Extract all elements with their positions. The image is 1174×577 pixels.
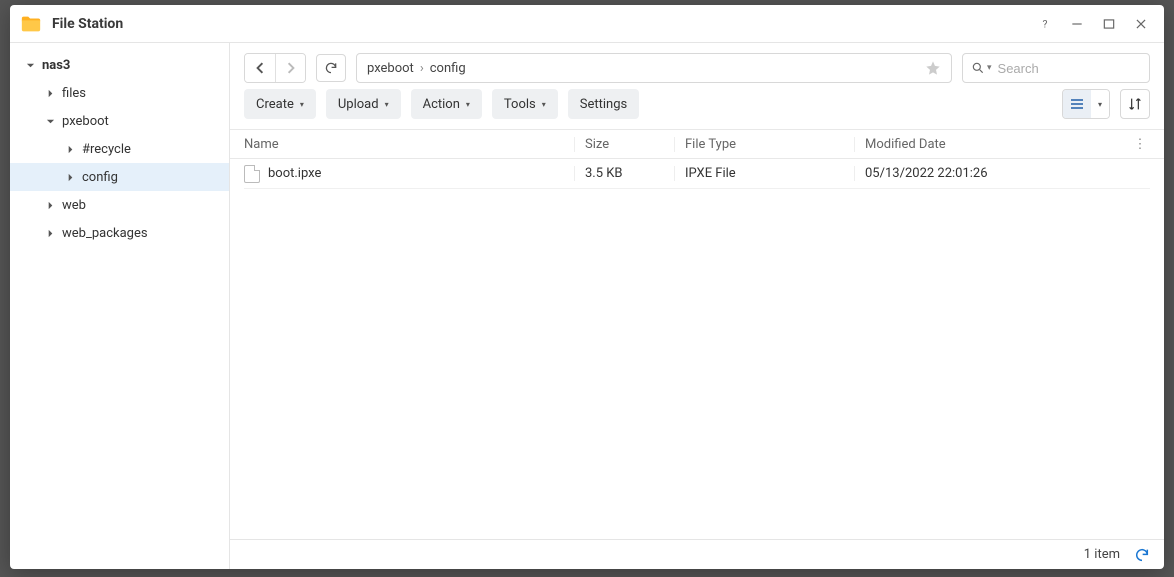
tree-node-root[interactable]: nas3 [10,51,229,79]
tree-label: web_packages [62,226,148,241]
chevron-right-icon [64,143,76,155]
list-view-button[interactable] [1063,90,1091,118]
search-icon [971,61,985,75]
tree-label: config [82,170,118,185]
column-header-size[interactable]: Size [574,137,674,152]
tree-label: #recycle [82,142,131,157]
tree-node-files[interactable]: files [10,79,229,107]
view-mode-group: ▾ [1062,89,1110,119]
sort-button[interactable] [1120,89,1150,119]
minimize-button[interactable] [1064,11,1090,37]
button-label: Settings [580,97,627,112]
tree-node-pxeboot[interactable]: pxeboot [10,107,229,135]
window-title: File Station [52,16,123,32]
column-menu-button[interactable]: ⋮ [1130,137,1150,152]
chevron-right-icon [44,199,56,211]
reload-button[interactable] [316,54,346,82]
caret-down-icon: ▾ [542,100,546,109]
navigation-toolbar: pxeboot › config ▾ [230,43,1164,89]
grid-header: Name Size File Type Modified Date ⋮ [230,129,1164,159]
caret-down-icon: ▾ [466,100,470,109]
upload-button[interactable]: Upload ▾ [326,89,401,119]
chevron-down-icon [44,115,56,127]
button-label: Create [256,97,294,112]
caret-down-icon: ▾ [300,100,304,109]
tree-label: web [62,198,86,213]
tree-node-recycle[interactable]: #recycle [10,135,229,163]
refresh-button[interactable] [1134,547,1150,563]
main-pane: pxeboot › config ▾ Create [230,43,1164,569]
chevron-right-icon [44,227,56,239]
file-name: boot.ipxe [268,166,321,181]
tree-label: pxeboot [62,114,109,129]
tree-node-config[interactable]: config [10,163,229,191]
column-header-modified[interactable]: Modified Date [854,137,1130,152]
tree-node-web-packages[interactable]: web_packages [10,219,229,247]
view-mode-dropdown[interactable]: ▾ [1091,90,1109,118]
file-station-window: File Station ? nas3 [10,5,1164,569]
folder-tree: nas3 files pxeboot #recycle [10,43,230,569]
file-size: 3.5 KB [574,166,674,181]
grid-body: boot.ipxe 3.5 KB IPXE File 05/13/2022 22… [230,159,1164,539]
file-modified: 05/13/2022 22:01:26 [854,166,1130,181]
search-box[interactable]: ▾ [962,53,1150,83]
tools-button[interactable]: Tools ▾ [492,89,558,119]
titlebar: File Station ? [10,5,1164,43]
file-type: IPXE File [674,166,854,181]
search-options-caret-icon[interactable]: ▾ [987,63,992,73]
svg-text:?: ? [1043,17,1048,30]
button-label: Tools [504,97,536,112]
breadcrumb-separator-icon: › [420,61,424,76]
forward-button[interactable] [275,54,305,82]
action-button[interactable]: Action ▾ [411,89,482,119]
favorite-toggle[interactable] [925,60,941,76]
status-bar: 1 item [230,539,1164,569]
breadcrumb-item[interactable]: config [430,61,466,76]
nav-history-group [244,53,306,83]
button-label: Action [423,97,460,112]
chevron-right-icon [64,171,76,183]
column-header-name[interactable]: Name [244,137,574,152]
breadcrumb-item[interactable]: pxeboot [367,61,414,76]
file-grid: Name Size File Type Modified Date ⋮ boot… [230,129,1164,539]
caret-down-icon: ▾ [385,100,389,109]
tree-node-web[interactable]: web [10,191,229,219]
button-label: Upload [338,97,379,112]
breadcrumb: pxeboot › config [356,53,952,83]
settings-button[interactable]: Settings [568,89,639,119]
back-button[interactable] [245,54,275,82]
maximize-button[interactable] [1096,11,1122,37]
app-icon [20,13,42,35]
create-button[interactable]: Create ▾ [244,89,316,119]
file-icon [244,165,260,183]
item-count: 1 item [1084,547,1120,562]
table-row[interactable]: boot.ipxe 3.5 KB IPXE File 05/13/2022 22… [244,159,1150,189]
column-header-type[interactable]: File Type [674,137,854,152]
chevron-right-icon [44,87,56,99]
action-toolbar: Create ▾ Upload ▾ Action ▾ Tools ▾ Setti… [230,89,1164,129]
help-button[interactable]: ? [1032,11,1058,37]
close-button[interactable] [1128,11,1154,37]
search-input[interactable] [998,61,1174,76]
chevron-down-icon [24,59,36,71]
tree-label: nas3 [42,58,70,73]
tree-label: files [62,86,86,101]
